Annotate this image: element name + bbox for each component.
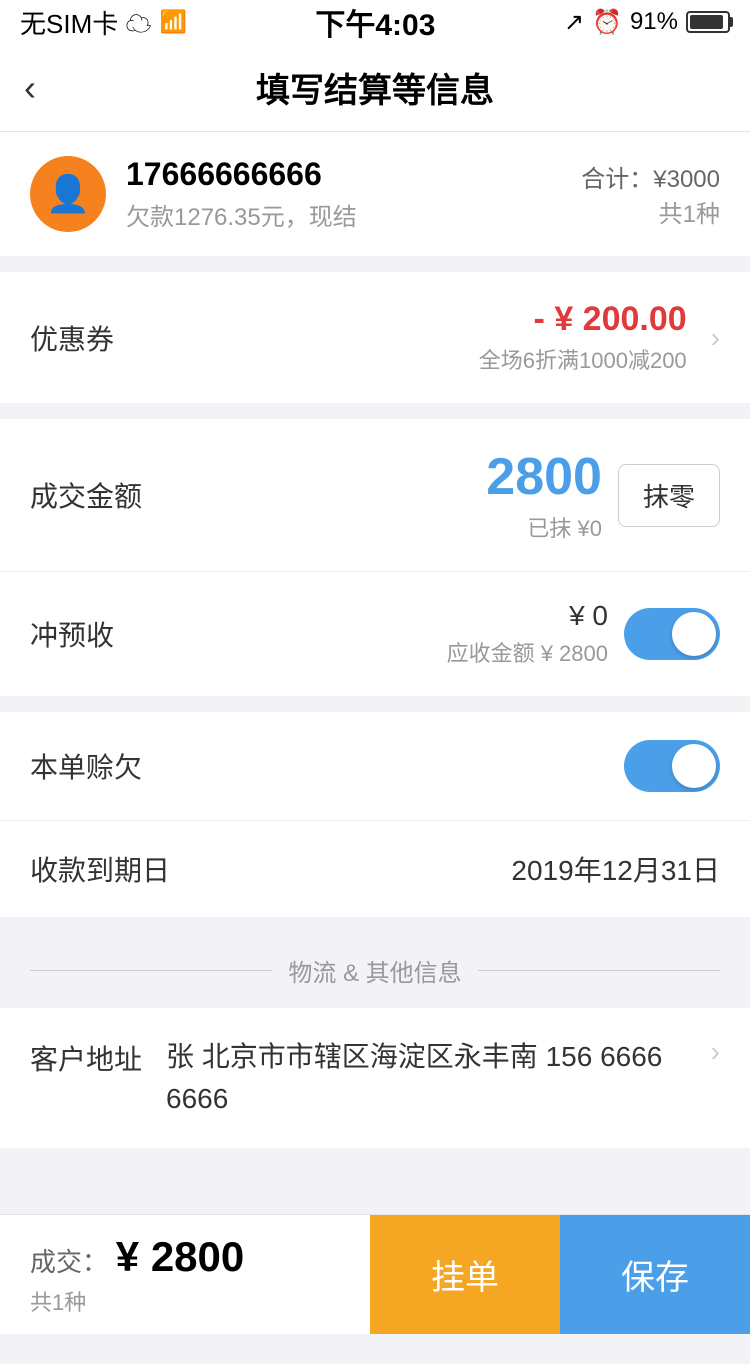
user-phone: 17666666666: [126, 156, 357, 193]
battery-icon: [686, 11, 730, 33]
status-left: 无SIM卡 ☁ 📶: [20, 4, 187, 41]
deal-amount-value: 2800: [486, 447, 602, 507]
bottom-summary: 成交： ¥ 2800 共1种: [0, 1233, 370, 1317]
total-label: 合计：¥3000: [581, 159, 720, 194]
coupon-label: 优惠券: [30, 318, 114, 358]
divider-text: 物流 & 其他信息: [272, 953, 477, 988]
avatar-icon: 👤: [46, 173, 91, 215]
prepay-toggle-knob: [672, 612, 716, 656]
content: 👤 17666666666 欠款1276.35元，现结 合计：¥3000 共1种…: [0, 132, 750, 1364]
nav-bar: ‹ 填写结算等信息: [0, 44, 750, 132]
address-chevron-icon: ›: [711, 1036, 720, 1068]
prepay-row: 冲预收 ¥ 0 应收金额 ¥ 2800: [0, 572, 750, 696]
coupon-row[interactable]: 优惠券 - ¥ 200.00 全场6折满1000减200 ›: [0, 272, 750, 403]
amount-section: 成交金额 2800 已抹 ¥0 抹零 冲预收 ¥ 0 应收金额 ¥ 2800: [0, 419, 750, 696]
bottom-buttons: 挂单 保存: [370, 1215, 750, 1334]
address-label: 客户地址: [30, 1038, 142, 1078]
debt-toggle[interactable]: [624, 740, 720, 792]
debt-row: 本单赊欠: [0, 712, 750, 821]
debt-section: 本单赊欠 收款到期日 2019年12月31日: [0, 712, 750, 917]
page-title: 填写结算等信息: [256, 63, 494, 112]
address-value: 张 北京市市辖区海淀区永丰南 156 6666 6666: [166, 1036, 687, 1120]
status-bar: 无SIM卡 ☁ 📶 下午4:03 ↗ ⏰ 91%: [0, 0, 750, 44]
debt-label: 本单赊欠: [30, 746, 142, 786]
bottom-amount: ¥ 2800: [116, 1233, 244, 1280]
avatar: 👤: [30, 156, 106, 232]
due-date-value: 2019年12月31日: [511, 849, 720, 889]
status-right: ↗ ⏰ 91%: [564, 8, 730, 37]
coupon-chevron-icon: ›: [711, 322, 720, 354]
divider-line-left: [30, 970, 272, 971]
due-date-row: 收款到期日 2019年12月31日: [0, 821, 750, 917]
deal-amount-sub: 已抹 ¥0: [527, 511, 602, 543]
location-icon: ↗: [564, 8, 584, 37]
coupon-section: 优惠券 - ¥ 200.00 全场6折满1000减200 ›: [0, 272, 750, 403]
bottom-bar: 成交： ¥ 2800 共1种 挂单 保存: [0, 1214, 750, 1334]
coupon-value: - ¥ 200.00: [534, 300, 687, 339]
deal-amount-row: 成交金额 2800 已抹 ¥0 抹零: [0, 419, 750, 572]
save-button[interactable]: 保存: [560, 1215, 750, 1334]
prepay-toggle[interactable]: [624, 608, 720, 660]
debt-toggle-knob: [672, 744, 716, 788]
battery-percent: 91%: [630, 8, 678, 36]
deal-amount-label: 成交金额: [30, 475, 142, 515]
back-button[interactable]: ‹: [24, 67, 36, 109]
status-time: 下午4:03: [315, 0, 435, 44]
prepay-label: 冲预收: [30, 614, 114, 654]
bottom-count: 共1种: [30, 1285, 340, 1317]
alarm-icon: ⏰: [592, 8, 622, 37]
prepay-value: ¥ 0: [569, 600, 608, 632]
logistics-divider: 物流 & 其他信息: [0, 933, 750, 1008]
maling-button[interactable]: 抹零: [618, 464, 720, 527]
wifi-icon: 📶: [159, 9, 186, 35]
coupon-sub: 全场6折满1000减200: [479, 343, 687, 375]
due-date-label: 收款到期日: [30, 849, 170, 889]
divider-line-right: [478, 970, 720, 971]
address-section[interactable]: 客户地址 张 北京市市辖区海淀区永丰南 156 6666 6666 ›: [0, 1008, 750, 1148]
sim-label: 无SIM卡 ☁: [20, 4, 151, 41]
user-card: 👤 17666666666 欠款1276.35元，现结 合计：¥3000 共1种: [0, 132, 750, 256]
pending-button[interactable]: 挂单: [370, 1215, 560, 1334]
total-count: 共1种: [581, 194, 720, 229]
user-debt: 欠款1276.35元，现结: [126, 197, 357, 232]
bottom-deal-label: 成交：: [30, 1247, 108, 1277]
prepay-sub: 应收金额 ¥ 2800: [447, 636, 608, 668]
